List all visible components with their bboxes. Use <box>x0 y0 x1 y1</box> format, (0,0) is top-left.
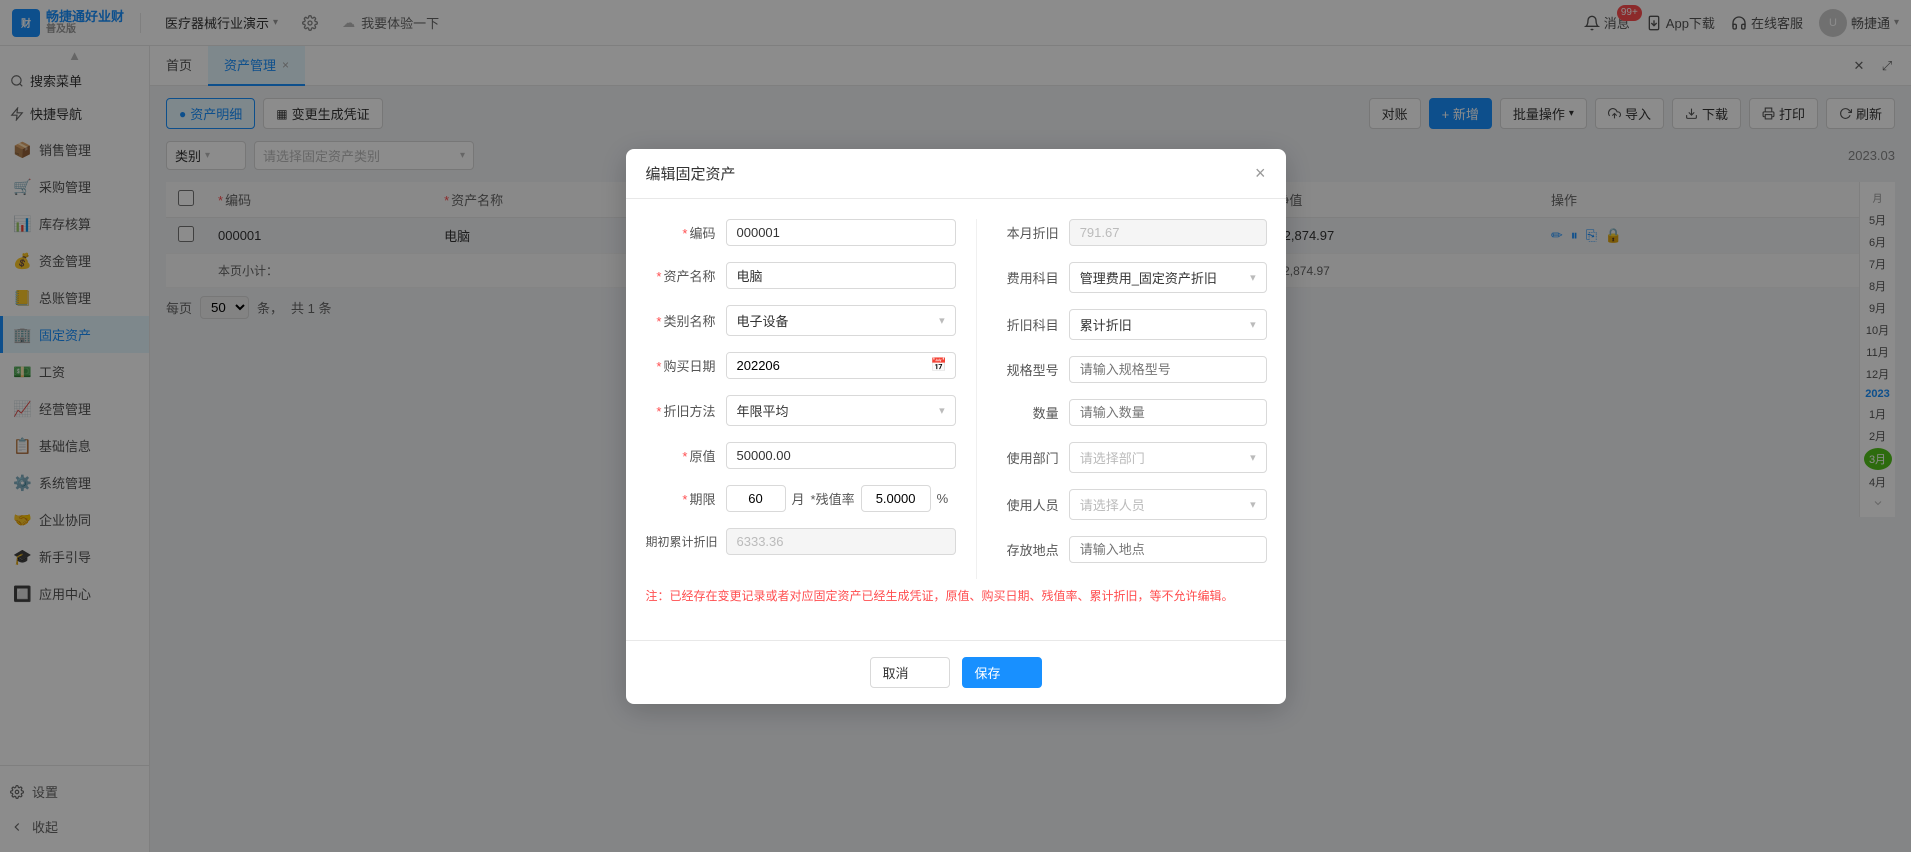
period-input[interactable] <box>726 485 786 512</box>
purchase-date-input[interactable] <box>727 353 923 378</box>
chevron-down-icon: ▾ <box>1250 498 1256 511</box>
category-label: *类别名称 <box>646 311 726 330</box>
dialog-footer: 取消 保存 <box>626 640 1286 704</box>
form-grid: *编码 *资产名称 *类别名称 <box>646 219 1266 579</box>
form-row-location: 存放地点 <box>997 536 1267 563</box>
quantity-label: 数量 <box>997 403 1069 422</box>
depreciation-account-label: 折旧科目 <box>997 315 1069 334</box>
save-button[interactable]: 保存 <box>962 657 1042 688</box>
code-label: *编码 <box>646 223 726 242</box>
location-input[interactable] <box>1069 536 1267 563</box>
form-row-purchase-date: *购买日期 📅 <box>646 352 956 379</box>
edit-asset-dialog: 编辑固定资产 × *编码 *资产名称 <box>626 149 1286 704</box>
dialog-notice: 注：已经存在变更记录或者对应固定资产已经生成凭证，原值、购买日期、残值率、累计折… <box>646 587 1266 604</box>
location-label: 存放地点 <box>997 540 1069 559</box>
name-label: *资产名称 <box>646 266 726 285</box>
purchase-date-input-wrapper: 📅 <box>726 352 956 379</box>
initial-depreciation-label: 期初累计折旧 <box>646 533 726 550</box>
expense-account-select[interactable]: 管理费用_固定资产折旧 ▾ <box>1069 262 1267 293</box>
calendar-icon[interactable]: 📅 <box>923 357 955 373</box>
department-label: 使用部门 <box>997 448 1069 467</box>
form-row-user: 使用人员 请选择人员 ▾ <box>997 489 1267 520</box>
spec-label: 规格型号 <box>997 360 1069 379</box>
dialog-header: 编辑固定资产 × <box>626 149 1286 199</box>
period-label: *期限 <box>646 489 726 508</box>
expense-account-label: 费用科目 <box>997 268 1069 287</box>
form-row-expense-account: 费用科目 管理费用_固定资产折旧 ▾ <box>997 262 1267 293</box>
period-unit: 月 <box>792 489 805 508</box>
monthly-depreciation-label: 本月折旧 <box>997 223 1069 242</box>
depreciation-method-select[interactable]: 年限平均 ▾ <box>726 395 956 426</box>
residual-rate-label: *残值率 <box>811 489 855 508</box>
dialog-body: *编码 *资产名称 *类别名称 <box>626 199 1286 640</box>
chevron-down-icon: ▾ <box>1250 318 1256 331</box>
depreciation-account-select[interactable]: 累计折旧 ▾ <box>1069 309 1267 340</box>
spec-input[interactable] <box>1069 356 1267 383</box>
user-label: 使用人员 <box>997 495 1069 514</box>
form-row-category: *类别名称 电子设备 ▾ <box>646 305 956 336</box>
code-input[interactable] <box>726 219 956 246</box>
period-row: 月 *残值率 % <box>726 485 949 512</box>
form-row-initial-depreciation: 期初累计折旧 <box>646 528 956 555</box>
user-select[interactable]: 请选择人员 ▾ <box>1069 489 1267 520</box>
depreciation-method-label: *折旧方法 <box>646 401 726 420</box>
modal-overlay[interactable]: 编辑固定资产 × *编码 *资产名称 <box>0 0 1911 852</box>
form-row-depreciation-account: 折旧科目 累计折旧 ▾ <box>997 309 1267 340</box>
form-row-original-value: *原值 <box>646 442 956 469</box>
purchase-date-label: *购买日期 <box>646 356 726 375</box>
form-row-monthly-depreciation: 本月折旧 <box>997 219 1267 246</box>
chevron-down-icon: ▾ <box>939 314 945 327</box>
monthly-depreciation-input <box>1069 219 1267 246</box>
form-right-column: 本月折旧 费用科目 管理费用_固定资产折旧 ▾ 折旧科目 累计折旧 <box>977 219 1267 579</box>
form-row-period: *期限 月 *残值率 % <box>646 485 956 512</box>
form-row-depreciation-method: *折旧方法 年限平均 ▾ <box>646 395 956 426</box>
form-row-quantity: 数量 <box>997 399 1267 426</box>
original-value-label: *原值 <box>646 446 726 465</box>
form-row-spec: 规格型号 <box>997 356 1267 383</box>
chevron-down-icon: ▾ <box>1250 451 1256 464</box>
form-row-name: *资产名称 <box>646 262 956 289</box>
dialog-title: 编辑固定资产 <box>646 163 736 184</box>
residual-rate-input[interactable] <box>861 485 931 512</box>
form-row-department: 使用部门 请选择部门 ▾ <box>997 442 1267 473</box>
dialog-close-btn[interactable]: × <box>1255 163 1266 184</box>
form-row-code: *编码 <box>646 219 956 246</box>
form-left-column: *编码 *资产名称 *类别名称 <box>646 219 977 579</box>
category-select[interactable]: 电子设备 ▾ <box>726 305 956 336</box>
cancel-button[interactable]: 取消 <box>870 657 950 688</box>
chevron-down-icon: ▾ <box>939 404 945 417</box>
department-select[interactable]: 请选择部门 ▾ <box>1069 442 1267 473</box>
asset-name-input[interactable] <box>726 262 956 289</box>
chevron-down-icon: ▾ <box>1250 271 1256 284</box>
quantity-input[interactable] <box>1069 399 1267 426</box>
initial-depreciation-input <box>726 528 956 555</box>
residual-unit: % <box>937 491 949 506</box>
original-value-input[interactable] <box>726 442 956 469</box>
